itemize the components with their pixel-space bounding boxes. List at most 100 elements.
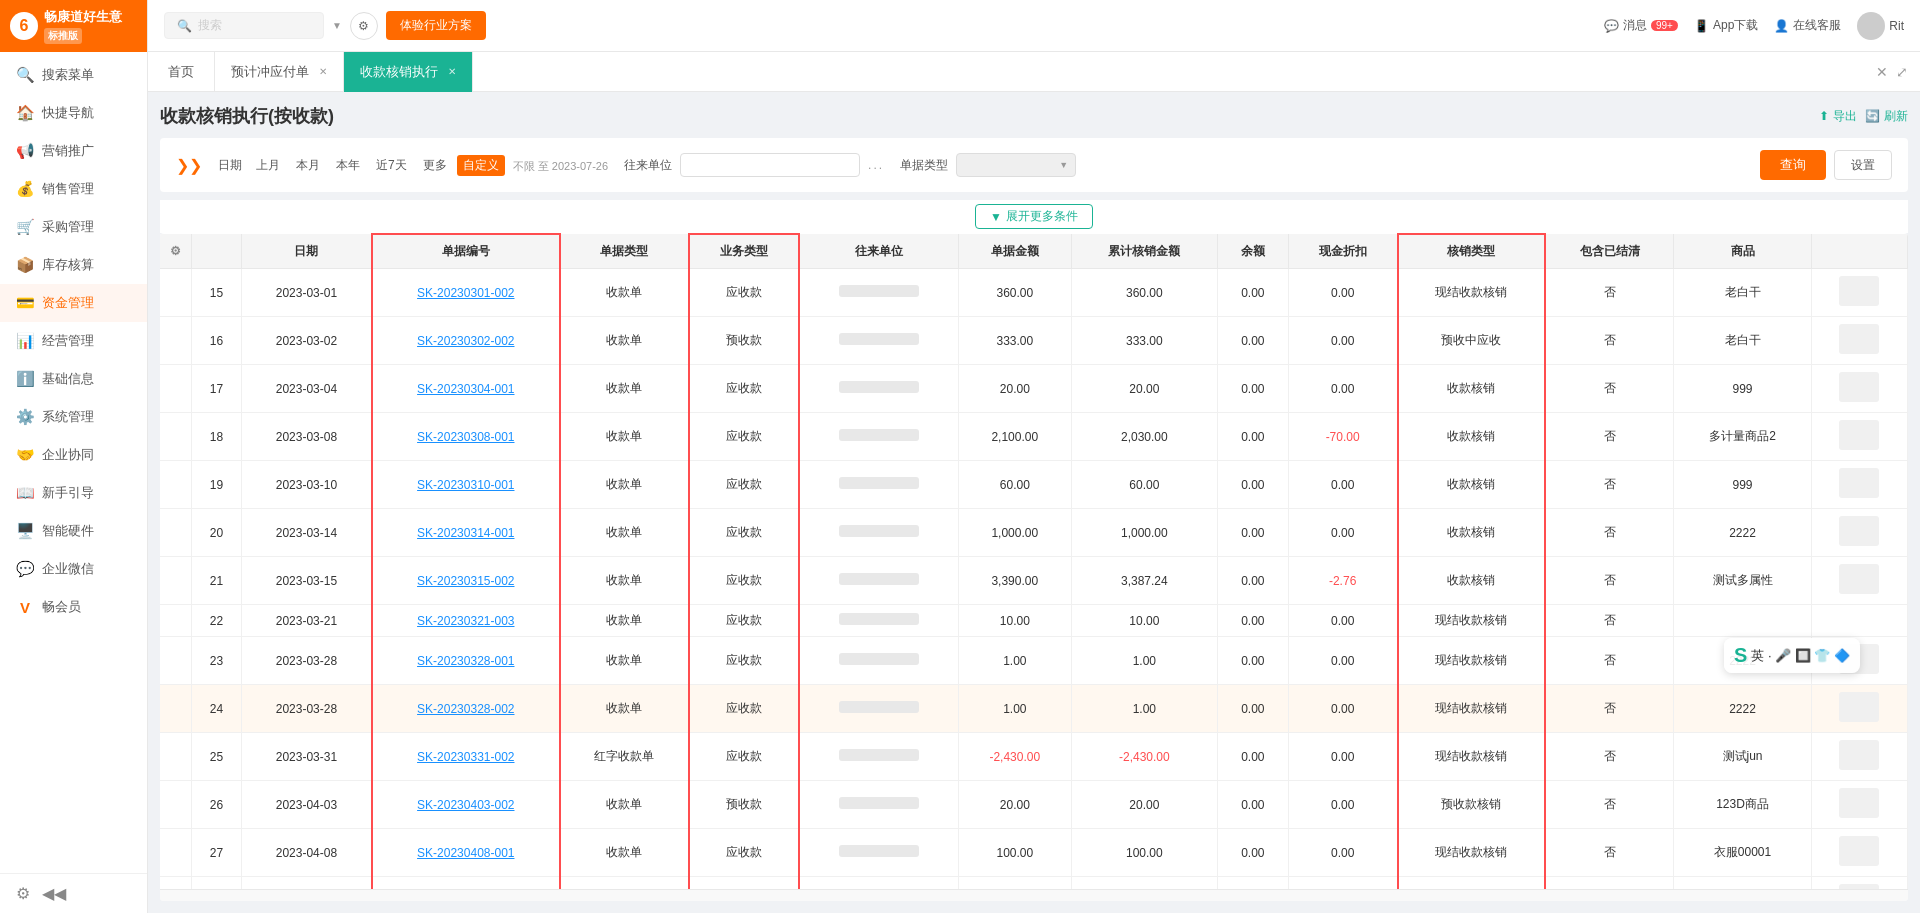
doc-no-link[interactable]: SK-20230301-002: [417, 286, 514, 300]
sidebar-item-search[interactable]: 🔍 搜索菜单: [0, 56, 147, 94]
td-cash-discount: 0.00: [1288, 685, 1397, 733]
industry-button[interactable]: 体验行业方案: [386, 11, 486, 40]
sidebar-item-marketing[interactable]: 📢 营销推广: [0, 132, 147, 170]
sidebar-item-quick-nav[interactable]: 🏠 快捷导航: [0, 94, 147, 132]
expand-more-area: ▼ 展开更多条件: [160, 200, 1908, 233]
tab-close-icon[interactable]: ✕: [319, 66, 327, 77]
settings-button[interactable]: 设置: [1834, 150, 1892, 180]
service-item[interactable]: 👤 在线客服: [1774, 17, 1841, 34]
export-button[interactable]: ⬆ 导出: [1819, 108, 1857, 125]
doc-no-link[interactable]: SK-20230308-001: [417, 430, 514, 444]
collapse-icon[interactable]: ◀◀: [42, 884, 66, 903]
sidebar-item-hardware[interactable]: 🖥️ 智能硬件: [0, 512, 147, 550]
refresh-button[interactable]: 🔄 刷新: [1865, 108, 1908, 125]
app-download-item[interactable]: 📱 App下载: [1694, 17, 1758, 34]
sidebar-menu: 🔍 搜索菜单 🏠 快捷导航 📢 营销推广 💰 销售管理 🛒 采购管理 📦 库存核…: [0, 52, 147, 873]
tab-collection-cancel[interactable]: 收款核销执行 ✕: [344, 52, 473, 92]
td-cancel-type: 收款核销: [1398, 557, 1546, 605]
doc-no-link[interactable]: SK-20230321-003: [417, 614, 514, 628]
td-cash-discount: 0.00: [1288, 365, 1397, 413]
doc-type-label: 单据类型: [900, 157, 948, 174]
td-doc-type: 红字收款单: [560, 733, 689, 781]
table-row: 16 2023-03-02 SK-20230302-002 收款单 预收款 33…: [160, 317, 1908, 365]
date-btn-custom[interactable]: 自定义: [457, 155, 505, 176]
doc-no-link[interactable]: SK-20230328-002: [417, 702, 514, 716]
settings-btn[interactable]: ⚙: [350, 12, 378, 40]
column-settings-icon[interactable]: ⚙: [170, 244, 181, 258]
sales-icon: 💰: [16, 180, 34, 198]
td-settings: [160, 877, 192, 890]
td-biz-type: 应收款: [689, 557, 799, 605]
doc-no-link[interactable]: SK-20230304-001: [417, 382, 514, 396]
sidebar-item-guide[interactable]: 📖 新手引导: [0, 474, 147, 512]
td-doc-no: SK-20230331-002: [372, 733, 560, 781]
td-partner: [799, 733, 959, 781]
sidebar-item-sales[interactable]: 💰 销售管理: [0, 170, 147, 208]
sidebar-item-operation[interactable]: 📊 经营管理: [0, 322, 147, 360]
sidebar-item-label: 企业协同: [42, 446, 94, 464]
tab-expand-btn[interactable]: ⤢: [1896, 64, 1908, 80]
sidebar-item-basic[interactable]: ℹ️ 基础信息: [0, 360, 147, 398]
td-settings: [160, 269, 192, 317]
tab-close-active-icon[interactable]: ✕: [448, 66, 456, 77]
td-row-no: 25: [192, 733, 242, 781]
query-button[interactable]: 查询: [1760, 150, 1826, 180]
td-row-no: 28: [192, 877, 242, 890]
td-partner: [799, 637, 959, 685]
td-biz-type: 预收款: [689, 317, 799, 365]
td-include-settled: 否: [1545, 557, 1673, 605]
sidebar-item-member[interactable]: V 畅会员: [0, 588, 147, 626]
settings-icon[interactable]: ⚙: [16, 884, 30, 903]
date-btn-more[interactable]: 更多: [417, 155, 453, 176]
doc-no-link[interactable]: SK-20230328-001: [417, 654, 514, 668]
sidebar-item-system[interactable]: ⚙️ 系统管理: [0, 398, 147, 436]
hardware-icon: 🖥️: [16, 522, 34, 540]
td-goods: [1674, 605, 1812, 637]
table-bottom-scrollbar[interactable]: [160, 889, 1908, 901]
doc-no-link[interactable]: SK-20230403-002: [417, 798, 514, 812]
doc-no-link[interactable]: SK-20230315-002: [417, 574, 514, 588]
sidebar-item-label: 资金管理: [42, 294, 94, 312]
search-box[interactable]: 🔍 搜索: [164, 12, 324, 39]
dropdown-arrow-icon[interactable]: ▼: [332, 20, 342, 31]
doc-no-link[interactable]: SK-20230314-001: [417, 526, 514, 540]
sidebar-item-purchase[interactable]: 🛒 采购管理: [0, 208, 147, 246]
date-btn-last-month[interactable]: 上月: [250, 155, 286, 176]
expand-more-button[interactable]: ▼ 展开更多条件: [975, 204, 1093, 229]
date-btn-this-month[interactable]: 本月: [290, 155, 326, 176]
partner-input[interactable]: [680, 153, 860, 177]
date-btn-7days[interactable]: 近7天: [370, 155, 413, 176]
doc-no-link[interactable]: SK-20230302-002: [417, 334, 514, 348]
date-btn-this-year[interactable]: 本年: [330, 155, 366, 176]
table-header-row: ⚙ 日期 单据编号 单据类型 业务类型 往来单位 单据金额 累计核销金额 余额 …: [160, 234, 1908, 269]
more-dots[interactable]: ...: [868, 158, 884, 172]
table-scroll[interactable]: ⚙ 日期 单据编号 单据类型 业务类型 往来单位 单据金额 累计核销金额 余额 …: [160, 233, 1908, 889]
doc-type-select[interactable]: [956, 153, 1076, 177]
td-doc-no: SK-20230328-002: [372, 685, 560, 733]
td-include-settled: 否: [1545, 877, 1673, 890]
doc-no-link[interactable]: SK-20230331-002: [417, 750, 514, 764]
td-biz-type: 应收款: [689, 637, 799, 685]
table-row: 17 2023-03-04 SK-20230304-001 收款单 应收款 20…: [160, 365, 1908, 413]
sidebar-item-inventory[interactable]: 📦 库存核算: [0, 246, 147, 284]
td-row-no: 24: [192, 685, 242, 733]
td-cash-discount: 0.00: [1288, 605, 1397, 637]
export-icon: ⬆: [1819, 109, 1829, 123]
user-item[interactable]: Rit: [1857, 12, 1904, 40]
sidebar-item-wechat[interactable]: 💬 企业微信: [0, 550, 147, 588]
tab-home[interactable]: 首页: [148, 52, 215, 92]
filter-expand-icon[interactable]: ❯❯: [176, 156, 202, 175]
tab-advance-payment[interactable]: 预计冲应付单 ✕: [215, 52, 344, 92]
sidebar-item-finance[interactable]: 💳 资金管理: [0, 284, 147, 322]
sidebar-item-enterprise[interactable]: 🤝 企业协同: [0, 436, 147, 474]
message-item[interactable]: 💬 消息 99+: [1604, 17, 1678, 34]
doc-no-link[interactable]: SK-20230408-001: [417, 846, 514, 860]
td-balance: 0.00: [1217, 509, 1288, 557]
tab-close-btn[interactable]: ✕: [1876, 64, 1888, 80]
td-doc-no: SK-20230403-002: [372, 781, 560, 829]
td-cash-discount: 0.00: [1288, 829, 1397, 877]
header-left: 🔍 搜索 ▼ ⚙ 体验行业方案: [164, 11, 486, 40]
sidebar: 6 畅康道好生意 标推版 🔍 搜索菜单 🏠 快捷导航 📢 营销推广 💰 销售管理…: [0, 0, 148, 913]
doc-no-link[interactable]: SK-20230310-001: [417, 478, 514, 492]
user-avatar: [1857, 12, 1885, 40]
